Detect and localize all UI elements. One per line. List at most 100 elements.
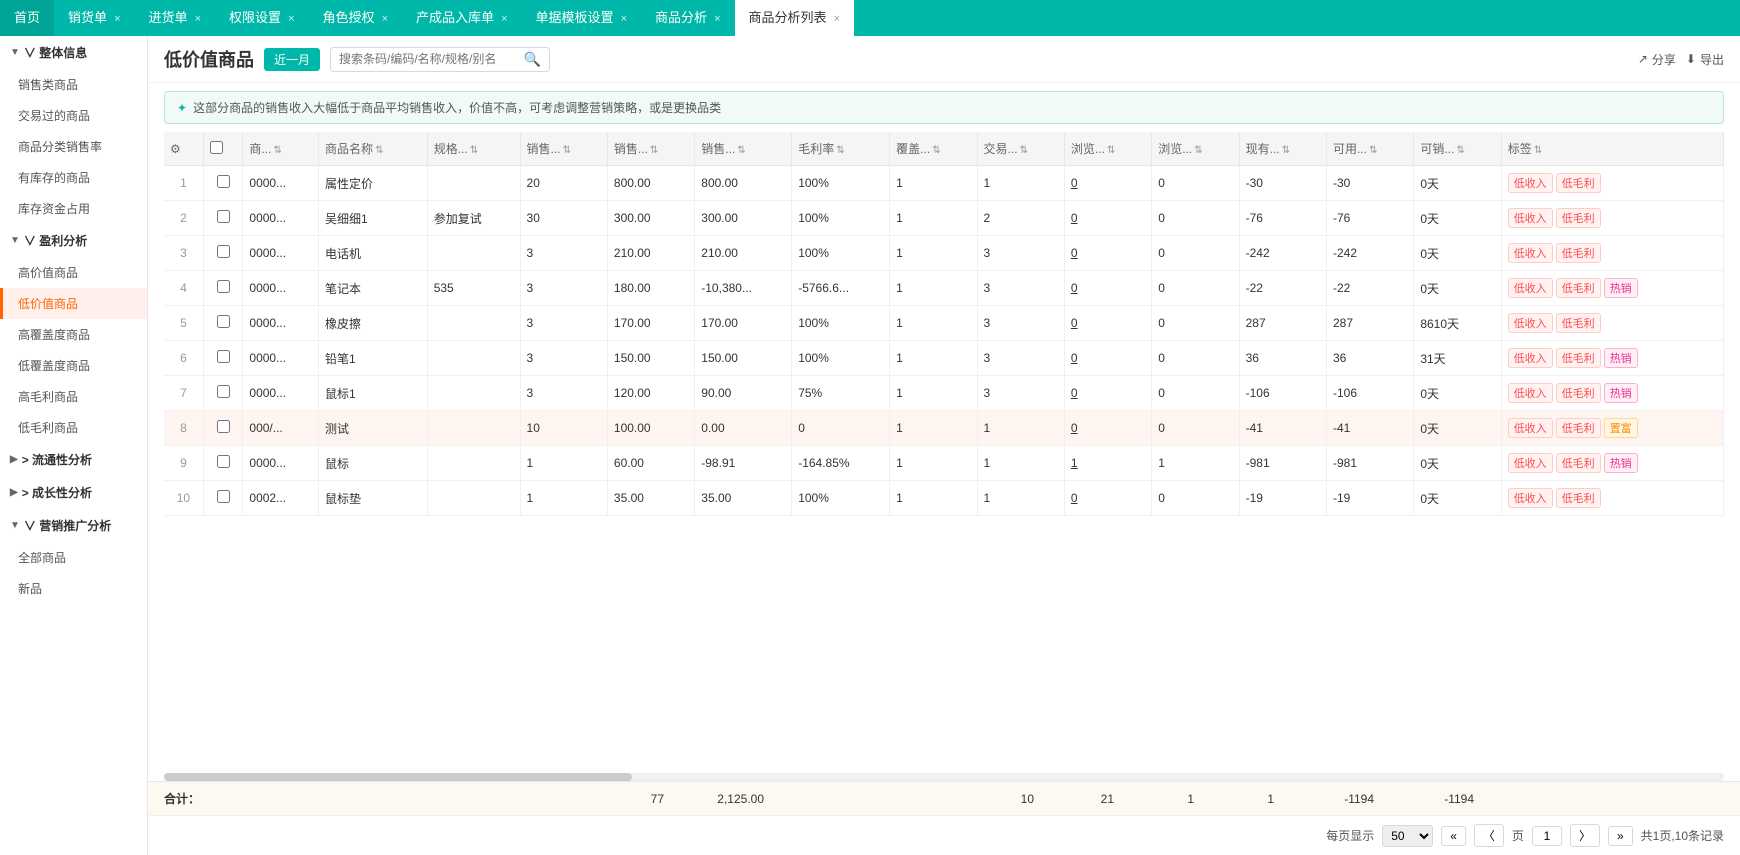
- page-size-select[interactable]: 102050100: [1382, 825, 1433, 847]
- col-header-available[interactable]: 可用...⇅: [1326, 132, 1413, 166]
- view-link[interactable]: 0: [1071, 246, 1078, 260]
- sort-icon[interactable]: ⇅: [1282, 145, 1290, 156]
- view1[interactable]: 0: [1064, 201, 1151, 236]
- sidebar-item-商品分类销售率[interactable]: 商品分类销售率: [0, 131, 147, 162]
- row-checkbox[interactable]: [203, 271, 243, 306]
- sidebar-item-低覆盖度商品[interactable]: 低覆盖度商品: [0, 350, 147, 381]
- next-page-button[interactable]: 〉: [1570, 824, 1600, 847]
- nav-close-icon[interactable]: ×: [618, 13, 627, 25]
- col-header-sale_profit[interactable]: 销售...⇅: [695, 132, 792, 166]
- view-link[interactable]: 0: [1071, 281, 1078, 295]
- row-checkbox-input[interactable]: [217, 350, 230, 363]
- sidebar-item-低价值商品[interactable]: 低价值商品: [0, 288, 147, 319]
- nav-item-进货单[interactable]: 进货单 ×: [135, 0, 216, 36]
- col-header-sale_qty[interactable]: 销售...⇅: [520, 132, 607, 166]
- nav-close-icon[interactable]: ×: [111, 13, 120, 25]
- row-checkbox[interactable]: [203, 341, 243, 376]
- row-checkbox[interactable]: [203, 446, 243, 481]
- select-all-checkbox[interactable]: [210, 141, 223, 154]
- col-header-code[interactable]: 商...⇅: [243, 132, 319, 166]
- sidebar-group-营销推广分析[interactable]: ▼∨ 营销推广分析: [0, 509, 147, 542]
- sort-icon[interactable]: ⇅: [737, 145, 745, 156]
- sidebar-item-高价值商品[interactable]: 高价值商品: [0, 257, 147, 288]
- sort-icon[interactable]: ⇅: [1369, 145, 1377, 156]
- sort-icon[interactable]: ⇅: [1194, 145, 1202, 156]
- col-header-saleable[interactable]: 可销...⇅: [1414, 132, 1501, 166]
- nav-close-icon[interactable]: ×: [711, 13, 720, 25]
- scrollbar[interactable]: [164, 773, 1724, 781]
- sort-icon[interactable]: ⇅: [1534, 145, 1542, 156]
- row-checkbox-input[interactable]: [217, 420, 230, 433]
- sidebar-item-全部商品[interactable]: 全部商品: [0, 542, 147, 573]
- col-header-tags[interactable]: 标签⇅: [1501, 132, 1723, 166]
- view-link[interactable]: 0: [1071, 316, 1078, 330]
- nav-close-icon[interactable]: ×: [498, 13, 507, 25]
- row-checkbox-input[interactable]: [217, 245, 230, 258]
- row-checkbox-input[interactable]: [217, 490, 230, 503]
- scrollbar-thumb[interactable]: [164, 773, 632, 781]
- view-link[interactable]: 0: [1071, 491, 1078, 505]
- col-header-margin[interactable]: 毛利率⇅: [792, 132, 890, 166]
- nav-item-权限设置[interactable]: 权限设置 ×: [215, 0, 309, 36]
- col-header-name[interactable]: 商品名称⇅: [319, 132, 428, 166]
- row-checkbox[interactable]: [203, 201, 243, 236]
- nav-item-角色授权[interactable]: 角色授权 ×: [309, 0, 403, 36]
- nav-close-icon[interactable]: ×: [831, 13, 840, 25]
- row-checkbox-input[interactable]: [217, 280, 230, 293]
- view1[interactable]: 0: [1064, 166, 1151, 201]
- sort-icon[interactable]: ⇅: [650, 145, 658, 156]
- view-link[interactable]: 0: [1071, 211, 1078, 225]
- view1[interactable]: 0: [1064, 411, 1151, 446]
- sidebar-item-有库存的商品[interactable]: 有库存的商品: [0, 162, 147, 193]
- sidebar-group-成长性分析[interactable]: ▶> 成长性分析: [0, 476, 147, 509]
- sidebar-item-高覆盖度商品[interactable]: 高覆盖度商品: [0, 319, 147, 350]
- view1[interactable]: 1: [1064, 446, 1151, 481]
- sidebar-item-销售类商品[interactable]: 销售类商品: [0, 69, 147, 100]
- view1[interactable]: 0: [1064, 236, 1151, 271]
- sidebar-item-交易过的商品[interactable]: 交易过的商品: [0, 100, 147, 131]
- sidebar-group-盈利分析[interactable]: ▼∨ 盈利分析: [0, 224, 147, 257]
- row-checkbox[interactable]: [203, 481, 243, 516]
- col-header-current_stock[interactable]: 现有...⇅: [1239, 132, 1326, 166]
- page-number-input[interactable]: [1532, 826, 1562, 846]
- view-link[interactable]: 0: [1071, 351, 1078, 365]
- sidebar-item-高毛利商品[interactable]: 高毛利商品: [0, 381, 147, 412]
- sidebar-group-整体信息[interactable]: ▼∨ 整体信息: [0, 36, 147, 69]
- nav-item-单据模板设置[interactable]: 单据模板设置 ×: [522, 0, 642, 36]
- sort-icon[interactable]: ⇅: [1456, 145, 1464, 156]
- sort-icon[interactable]: ⇅: [932, 145, 940, 156]
- first-page-button[interactable]: «: [1441, 826, 1466, 846]
- nav-close-icon[interactable]: ×: [285, 13, 294, 25]
- view1[interactable]: 0: [1064, 271, 1151, 306]
- col-header-coverage[interactable]: 覆盖...⇅: [890, 132, 977, 166]
- view1[interactable]: 0: [1064, 341, 1151, 376]
- filter-button[interactable]: 近一月: [264, 48, 320, 71]
- col-header-view1[interactable]: 浏览...⇅: [1064, 132, 1151, 166]
- nav-item-销货单[interactable]: 销货单 ×: [54, 0, 135, 36]
- view-link[interactable]: 0: [1071, 176, 1078, 190]
- export-button[interactable]: ⬇ 导出: [1686, 51, 1724, 68]
- row-checkbox-input[interactable]: [217, 210, 230, 223]
- sidebar-item-新品[interactable]: 新品: [0, 573, 147, 604]
- row-checkbox[interactable]: [203, 166, 243, 201]
- search-icon[interactable]: 🔍: [524, 51, 541, 68]
- sidebar-item-低毛利商品[interactable]: 低毛利商品: [0, 412, 147, 443]
- sort-icon[interactable]: ⇅: [273, 145, 281, 156]
- col-header-trade[interactable]: 交易...⇅: [977, 132, 1064, 166]
- row-checkbox[interactable]: [203, 376, 243, 411]
- nav-item-商品分析列表[interactable]: 商品分析列表 ×: [735, 0, 855, 36]
- sort-icon[interactable]: ⇅: [836, 145, 844, 156]
- row-checkbox-input[interactable]: [217, 315, 230, 328]
- view-link[interactable]: 0: [1071, 421, 1078, 435]
- sort-icon[interactable]: ⇅: [563, 145, 571, 156]
- view1[interactable]: 0: [1064, 481, 1151, 516]
- sort-icon[interactable]: ⇅: [1020, 145, 1028, 156]
- row-checkbox-input[interactable]: [217, 175, 230, 188]
- sort-icon[interactable]: ⇅: [470, 145, 478, 156]
- col-header-spec[interactable]: 规格...⇅: [427, 132, 520, 166]
- row-checkbox[interactable]: [203, 236, 243, 271]
- sidebar-item-库存资金占用[interactable]: 库存资金占用: [0, 193, 147, 224]
- last-page-button[interactable]: »: [1608, 826, 1633, 846]
- row-checkbox[interactable]: [203, 306, 243, 341]
- sidebar-group-流通性分析[interactable]: ▶> 流通性分析: [0, 443, 147, 476]
